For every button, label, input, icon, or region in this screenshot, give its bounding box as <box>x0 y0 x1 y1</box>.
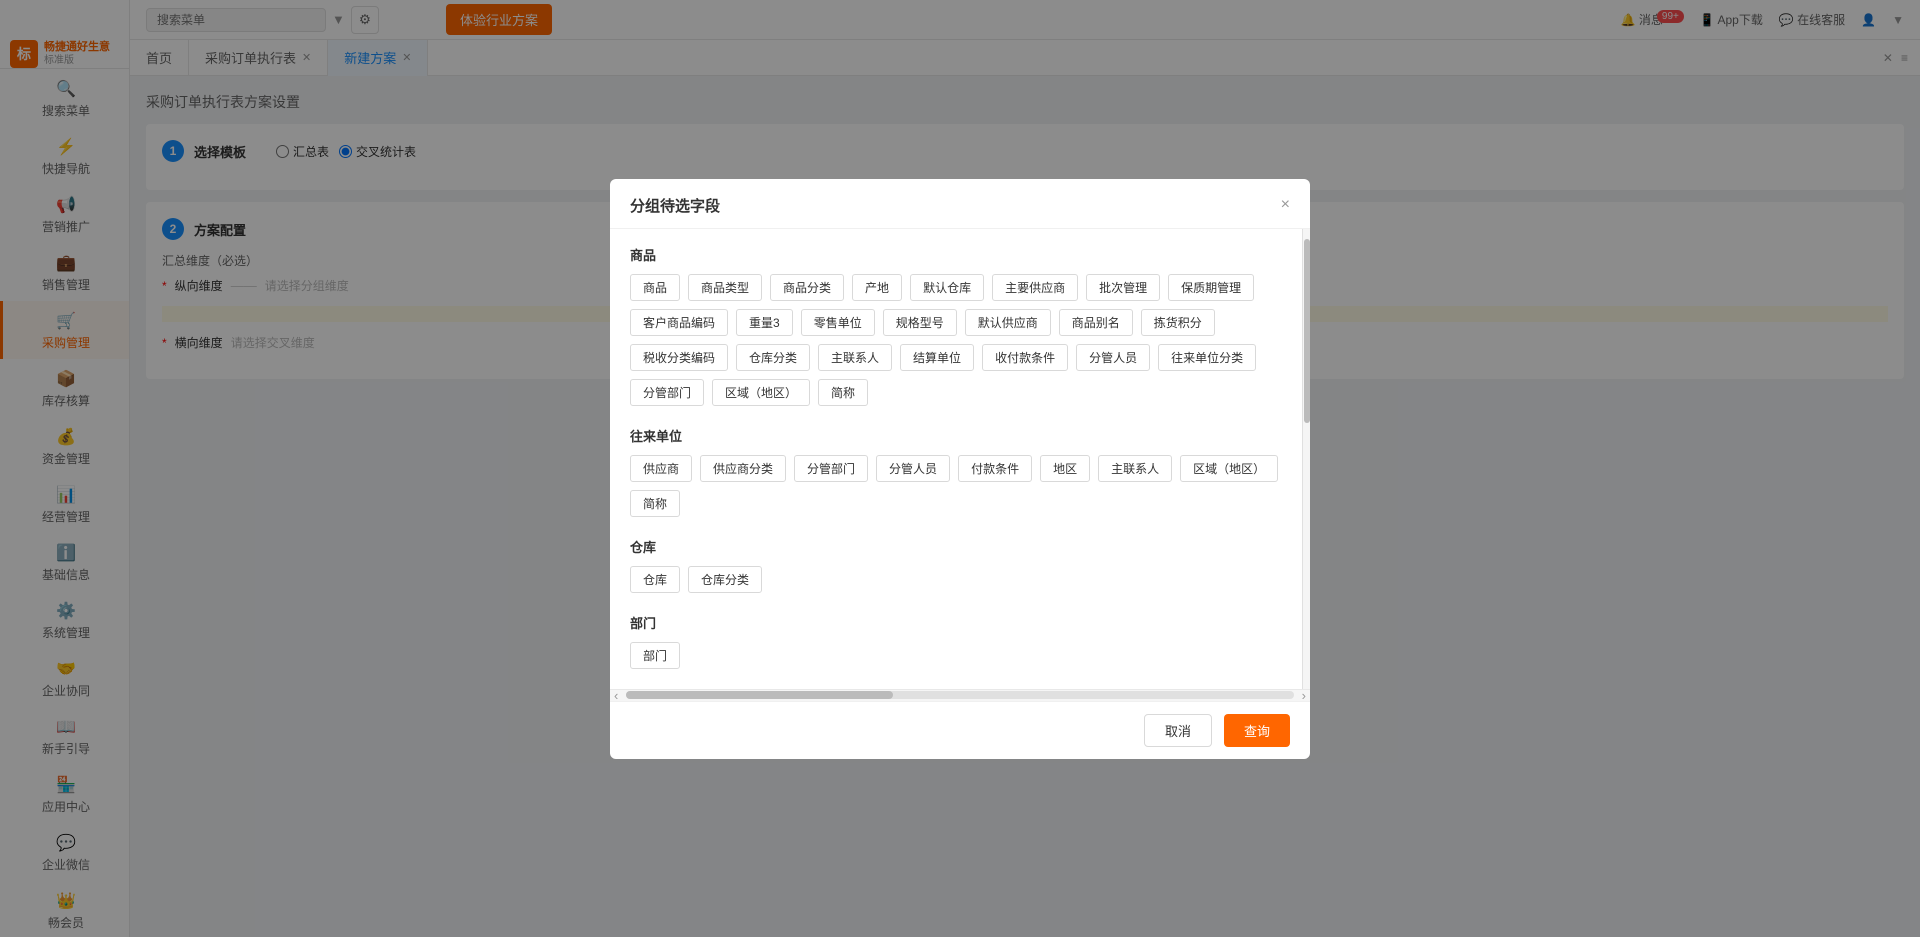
field-tag[interactable]: 零售单位 <box>801 309 875 336</box>
modal-vscrollbar[interactable] <box>1302 229 1310 689</box>
hscroll-right-arrow[interactable]: › <box>1298 688 1310 703</box>
field-tag[interactable]: 主要供应商 <box>992 274 1078 301</box>
section-partner-title: 往来单位 <box>630 426 1282 445</box>
field-tag[interactable]: 默认仓库 <box>910 274 984 301</box>
field-tag[interactable]: 仓库分类 <box>688 566 762 593</box>
section-department: 部门 部门 <box>630 613 1282 669</box>
hscroll-thumb <box>626 691 893 699</box>
vscroll-thumb <box>1304 239 1310 423</box>
field-tag[interactable]: 商品别名 <box>1059 309 1133 336</box>
field-tag[interactable]: 分管部门 <box>794 455 868 482</box>
field-tag[interactable]: 规格型号 <box>883 309 957 336</box>
field-tag[interactable]: 分管人员 <box>1076 344 1150 371</box>
field-tag[interactable]: 产地 <box>852 274 902 301</box>
field-tag[interactable]: 重量3 <box>736 309 793 336</box>
field-tag[interactable]: 区域（地区） <box>712 379 810 406</box>
field-tag[interactable]: 简称 <box>818 379 868 406</box>
modal-overlay: 分组待选字段 × 商品 商品 商品类型 商品分类 产地 默认仓库 主要供应商 批… <box>0 0 1920 937</box>
field-tag[interactable]: 简称 <box>630 490 680 517</box>
section-partner: 往来单位 供应商 供应商分类 分管部门 分管人员 付款条件 地区 主联系人 区域… <box>630 426 1282 517</box>
field-tag[interactable]: 商品 <box>630 274 680 301</box>
modal-body: 商品 商品 商品类型 商品分类 产地 默认仓库 主要供应商 批次管理 保质期管理… <box>610 229 1302 689</box>
modal-close-button[interactable]: × <box>1281 196 1290 214</box>
field-tag[interactable]: 结算单位 <box>900 344 974 371</box>
section-goods: 商品 商品 商品类型 商品分类 产地 默认仓库 主要供应商 批次管理 保质期管理… <box>630 245 1282 406</box>
field-tag[interactable]: 区域（地区） <box>1180 455 1278 482</box>
cancel-button[interactable]: 取消 <box>1144 714 1212 747</box>
partner-tags: 供应商 供应商分类 分管部门 分管人员 付款条件 地区 主联系人 区域（地区） … <box>630 455 1282 517</box>
section-warehouse: 仓库 仓库 仓库分类 <box>630 537 1282 593</box>
field-tag[interactable]: 客户商品编码 <box>630 309 728 336</box>
field-tag[interactable]: 地区 <box>1040 455 1090 482</box>
field-tag[interactable]: 保质期管理 <box>1168 274 1254 301</box>
modal-dialog: 分组待选字段 × 商品 商品 商品类型 商品分类 产地 默认仓库 主要供应商 批… <box>610 179 1310 759</box>
hscroll-track <box>626 691 1293 699</box>
modal-footer: 取消 查询 <box>610 701 1310 759</box>
section-warehouse-title: 仓库 <box>630 537 1282 556</box>
field-tag[interactable]: 批次管理 <box>1086 274 1160 301</box>
field-tag[interactable]: 收付款条件 <box>982 344 1068 371</box>
modal-hscrollbar[interactable]: ‹ › <box>610 689 1310 701</box>
field-tag[interactable]: 分管部门 <box>630 379 704 406</box>
field-tag[interactable]: 税收分类编码 <box>630 344 728 371</box>
field-tag[interactable]: 默认供应商 <box>965 309 1051 336</box>
field-tag[interactable]: 商品分类 <box>770 274 844 301</box>
field-tag[interactable]: 供应商分类 <box>700 455 786 482</box>
field-tag[interactable]: 拣货积分 <box>1141 309 1215 336</box>
field-tag[interactable]: 商品类型 <box>688 274 762 301</box>
field-tag[interactable]: 供应商 <box>630 455 692 482</box>
confirm-button[interactable]: 查询 <box>1224 714 1290 747</box>
field-tag[interactable]: 付款条件 <box>958 455 1032 482</box>
field-tag[interactable]: 主联系人 <box>818 344 892 371</box>
section-goods-title: 商品 <box>630 245 1282 264</box>
department-tags: 部门 <box>630 642 1282 669</box>
field-tag[interactable]: 仓库分类 <box>736 344 810 371</box>
modal-header: 分组待选字段 × <box>610 179 1310 229</box>
warehouse-tags: 仓库 仓库分类 <box>630 566 1282 593</box>
field-tag[interactable]: 主联系人 <box>1098 455 1172 482</box>
field-tag[interactable]: 部门 <box>630 642 680 669</box>
field-tag[interactable]: 往来单位分类 <box>1158 344 1256 371</box>
modal-title: 分组待选字段 <box>630 195 720 216</box>
section-department-title: 部门 <box>630 613 1282 632</box>
goods-tags: 商品 商品类型 商品分类 产地 默认仓库 主要供应商 批次管理 保质期管理 客户… <box>630 274 1282 406</box>
hscroll-left-arrow[interactable]: ‹ <box>610 688 622 703</box>
field-tag[interactable]: 分管人员 <box>876 455 950 482</box>
field-tag[interactable]: 仓库 <box>630 566 680 593</box>
